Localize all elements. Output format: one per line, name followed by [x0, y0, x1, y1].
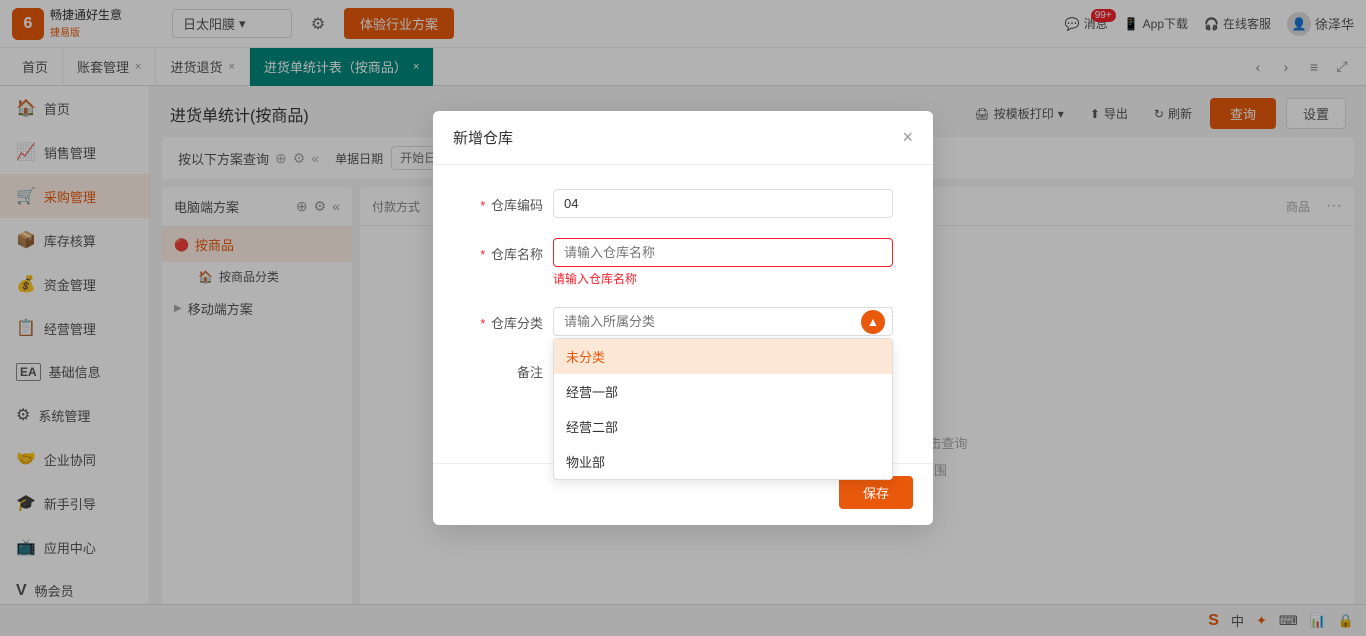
name-input[interactable]: [553, 238, 893, 267]
form-row-code: * 仓库编码: [473, 189, 893, 218]
dropdown-option-property[interactable]: 物业部: [554, 444, 892, 479]
category-input[interactable]: [553, 307, 893, 336]
category-dropdown-wrap: ▲: [553, 307, 893, 336]
modal-body: * 仓库编码 * 仓库名称 请输入仓库名称: [433, 165, 933, 463]
category-dropdown-arrow[interactable]: ▲: [861, 310, 885, 334]
dropdown-option-dept2[interactable]: 经营二部: [554, 409, 892, 444]
dropdown-option-uncategorized[interactable]: 未分类: [554, 339, 892, 374]
category-dropdown-list: 未分类 经营一部 经营二部 物业部: [553, 338, 893, 480]
form-row-category: * 仓库分类 ▲ 未分类 经营一部 经营二部 物业部: [473, 307, 893, 336]
form-row-name: * 仓库名称 请输入仓库名称: [473, 238, 893, 287]
code-field: [553, 189, 893, 218]
chevron-up-icon: ▲: [867, 315, 879, 329]
dropdown-option-dept1[interactable]: 经营一部: [554, 374, 892, 409]
name-label: * 仓库名称: [473, 238, 543, 263]
modal-overlay: 新增仓库 × * 仓库编码 * 仓库名称: [0, 0, 1366, 636]
name-error-msg: 请输入仓库名称: [553, 270, 893, 287]
name-field: 请输入仓库名称: [553, 238, 893, 287]
new-warehouse-modal: 新增仓库 × * 仓库编码 * 仓库名称: [433, 111, 933, 525]
note-label: 备注: [473, 356, 543, 381]
save-button[interactable]: 保存: [839, 476, 913, 509]
modal-header: 新增仓库 ×: [433, 111, 933, 165]
modal-close-icon[interactable]: ×: [902, 127, 913, 148]
modal-title: 新增仓库: [453, 127, 513, 148]
code-input[interactable]: [553, 189, 893, 218]
category-field: ▲ 未分类 经营一部 经营二部 物业部: [553, 307, 893, 336]
category-label: * 仓库分类: [473, 307, 543, 332]
code-label: * 仓库编码: [473, 189, 543, 214]
